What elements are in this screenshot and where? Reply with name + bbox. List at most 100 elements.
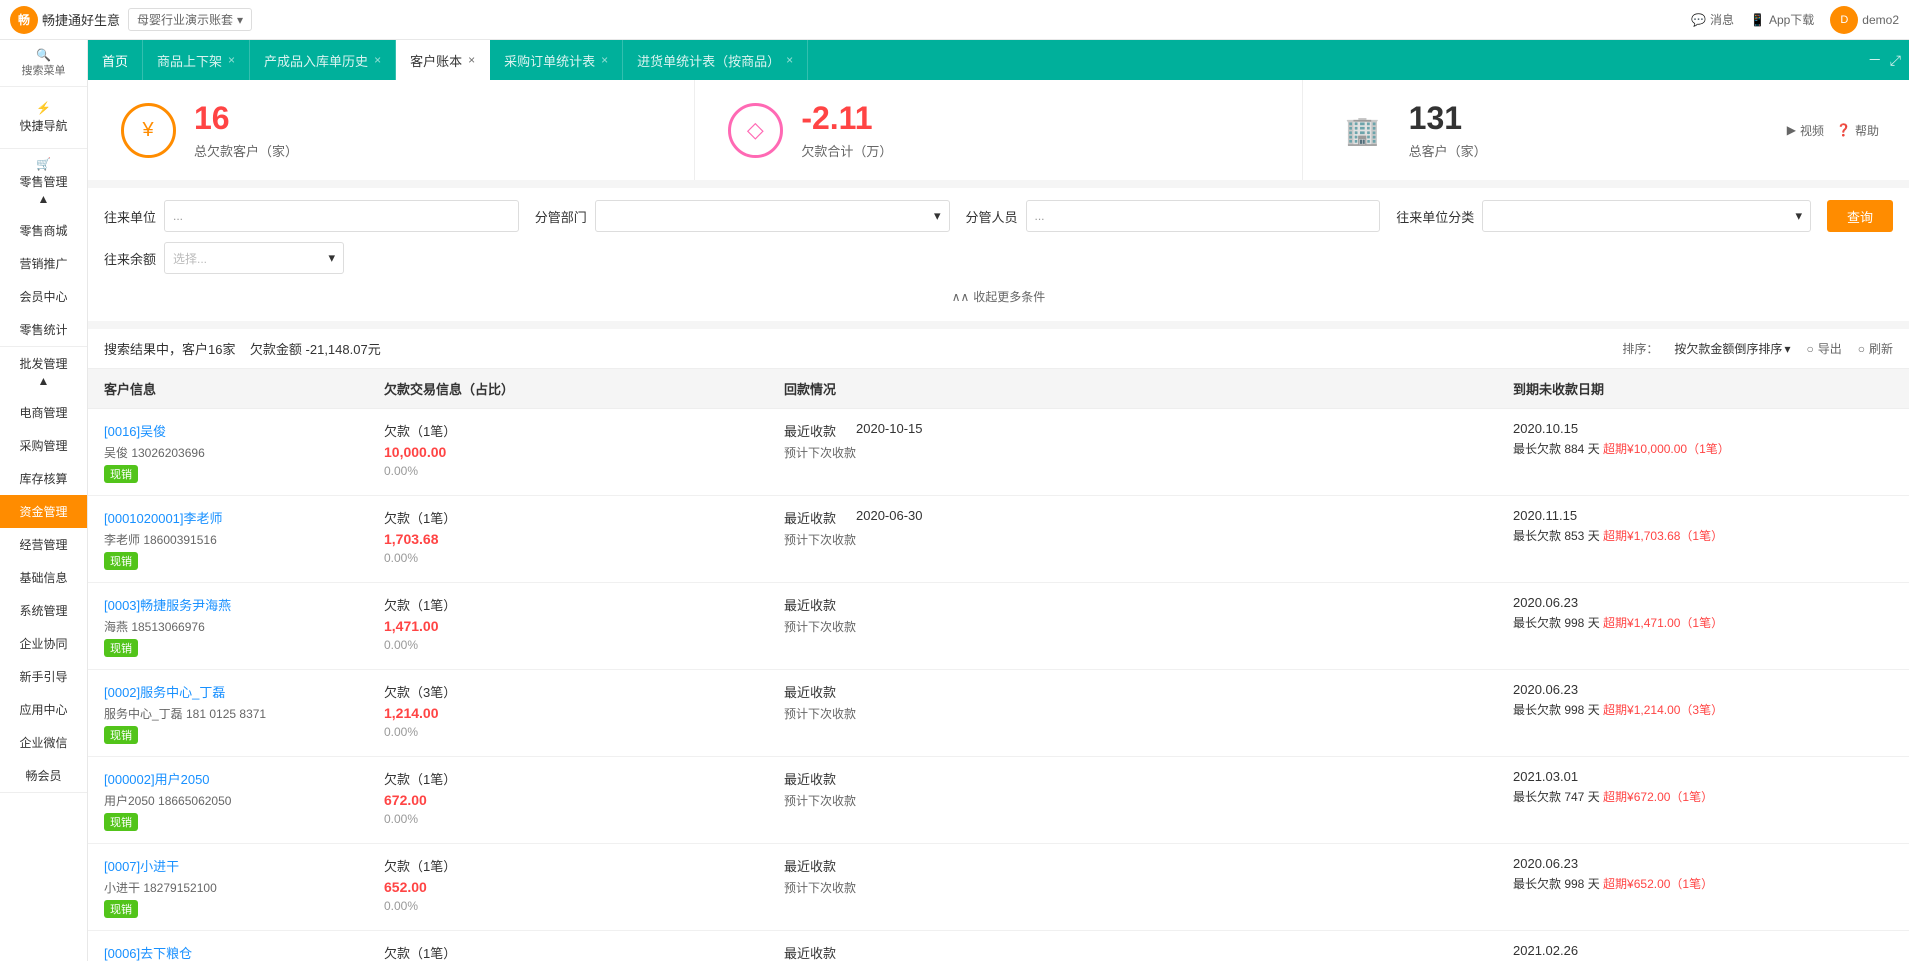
sidebar-item-retail-stats[interactable]: 零售统计 — [0, 313, 87, 346]
customer-name-2[interactable]: [0003]畅捷服务尹海燕 — [104, 595, 384, 614]
tabs-actions: － ⤢ — [1860, 50, 1909, 70]
tab-close-production-history[interactable]: × — [374, 53, 381, 67]
overdue-amount-link-5[interactable]: 超期¥652.00（1笔） — [1603, 877, 1713, 891]
logo-icon: 畅 — [10, 6, 38, 34]
sidebar-item-purchase[interactable]: 采购管理 — [0, 429, 87, 462]
tabs-minimize-button[interactable]: － — [1868, 50, 1882, 70]
overdue-amount-link-2[interactable]: 超期¥1,471.00（1笔） — [1603, 616, 1723, 630]
debt-cell-1: 欠款（1笔） 1,703.68 0.00% — [384, 508, 784, 565]
sidebar-item-operations[interactable]: 经营管理 — [0, 528, 87, 561]
video-action[interactable]: ▶ 视频 — [1787, 122, 1824, 139]
dept-select[interactable]: ▾ — [595, 200, 950, 232]
tabs-maximize-button[interactable]: ⤢ — [1890, 52, 1901, 69]
help-action[interactable]: ❓ 帮助 — [1836, 122, 1879, 139]
customer-name-6[interactable]: [0006]去下粮仓 — [104, 943, 384, 961]
sort-selector[interactable]: 按欠款金额倒序排序 ▾ — [1674, 340, 1790, 357]
stat-value-debt-customers: 16 — [194, 100, 298, 137]
overdue-amount-link-4[interactable]: 超期¥672.00（1笔） — [1603, 790, 1713, 804]
company-selector[interactable]: 母婴行业演示账套 ▾ — [128, 8, 252, 31]
help-icon: ❓ — [1836, 123, 1851, 137]
sidebar-item-basic-info[interactable]: 基础信息 — [0, 561, 87, 594]
collapse-button[interactable]: ∧∧ 收起更多条件 — [952, 288, 1046, 305]
sidebar-item-ecommerce[interactable]: 电商管理 — [0, 396, 87, 429]
sidebar-item-inventory[interactable]: 库存核算 — [0, 462, 87, 495]
sidebar-item-finance[interactable]: 资金管理 — [0, 495, 87, 528]
tab-inbound-stats[interactable]: 进货单统计表（按商品） × — [623, 40, 808, 80]
tab-home[interactable]: 首页 — [88, 40, 143, 80]
main-area: 🔍 搜索菜单 ⚡ 快捷导航 🛒 零售管理 ▲ 零售商城 营 — [0, 40, 1909, 961]
sort-chevron-icon: ▾ — [1784, 342, 1790, 356]
sidebar-item-enterprise[interactable]: 企业协同 — [0, 627, 87, 660]
sidebar-item-system[interactable]: 系统管理 — [0, 594, 87, 627]
customer-cell-0: [0016]吴俊 吴俊 13026203696 现销 — [104, 421, 384, 483]
user-menu[interactable]: D demo2 — [1830, 6, 1899, 34]
header-overdue: 到期未收款日期 — [1513, 379, 1893, 398]
retail-icon: 🛒 — [36, 157, 51, 171]
stat-label-total-customers: 总客户（家） — [1409, 141, 1487, 160]
table-row: [0001020001]李老师 李老师 18600391516 现销 欠款（1笔… — [88, 496, 1909, 583]
stat-label-debt-total: 欠款合计（万） — [801, 141, 892, 160]
app-download-button[interactable]: 📱 App下载 — [1750, 11, 1814, 28]
sidebar-item-marketing[interactable]: 营销推广 — [0, 247, 87, 280]
tab-production-history[interactable]: 产成品入库单历史 × — [250, 40, 396, 80]
table-row: [0016]吴俊 吴俊 13026203696 现销 欠款（1笔） 10,000… — [88, 409, 1909, 496]
tab-close-purchase-stats[interactable]: × — [601, 53, 608, 67]
sidebar-item-quick-nav[interactable]: ⚡ 快捷导航 — [0, 93, 87, 142]
message-button[interactable]: 💬 消息 — [1691, 11, 1734, 28]
download-icon: 📱 — [1750, 13, 1765, 27]
sidebar-item-batch-mgmt[interactable]: 批发管理 ▲ — [0, 347, 87, 396]
table-row: [0003]畅捷服务尹海燕 海燕 18513066976 现销 欠款（1笔） 1… — [88, 583, 1909, 670]
header-debt: 欠款交易信息（占比） — [384, 379, 784, 398]
sidebar-item-vip[interactable]: 畅会员 — [0, 759, 87, 792]
header-recovery: 回款情况 — [784, 379, 1513, 398]
tab-close-product-shelf[interactable]: × — [228, 53, 235, 67]
page-content: ¥ 16 总欠款客户（家） ◇ -2.11 欠款合计（万） — [88, 80, 1909, 961]
chevron-down-icon-2: ▾ — [1795, 208, 1802, 224]
stat-label-debt-customers: 总欠款客户（家） — [194, 141, 298, 160]
sidebar-item-wechat[interactable]: 企业微信 — [0, 726, 87, 759]
tab-customer-account[interactable]: 客户账本 × — [396, 40, 490, 80]
sidebar-search[interactable]: 🔍 搜索菜单 — [0, 40, 87, 87]
export-button[interactable]: ○ 导出 — [1806, 340, 1841, 357]
sidebar-item-member[interactable]: 会员中心 — [0, 280, 87, 313]
sidebar-item-app-center[interactable]: 应用中心 — [0, 693, 87, 726]
source-unit-input[interactable]: ... — [164, 200, 519, 232]
tab-close-inbound-stats[interactable]: × — [786, 53, 793, 67]
table-header: 客户信息 欠款交易信息（占比） 回款情况 到期未收款日期 — [88, 369, 1909, 409]
customer-name-0[interactable]: [0016]吴俊 — [104, 421, 384, 440]
customer-name-5[interactable]: [0007]小进干 — [104, 856, 384, 875]
overdue-cell-1: 2020.11.15 最长欠款 853 天 超期¥1,703.68（1笔） — [1513, 508, 1893, 544]
customer-name-1[interactable]: [0001020001]李老师 — [104, 508, 384, 527]
sidebar-item-newbie[interactable]: 新手引导 — [0, 660, 87, 693]
filter-dept: 分管部门 ▾ — [535, 200, 950, 232]
header-customer: 客户信息 — [104, 379, 384, 398]
person-input[interactable]: ... — [1026, 200, 1381, 232]
stat-value-total-customers: 131 — [1409, 100, 1487, 137]
refresh-button[interactable]: ○ 刷新 — [1858, 340, 1893, 357]
customer-name-3[interactable]: [0002]服务中心_丁磊 — [104, 682, 384, 701]
overdue-amount-link-1[interactable]: 超期¥1,703.68（1笔） — [1603, 529, 1723, 543]
customer-name-4[interactable]: [000002]用户2050 — [104, 769, 384, 788]
refresh-icon: ○ — [1858, 342, 1865, 356]
tab-product-shelf[interactable]: 商品上下架 × — [143, 40, 250, 80]
company-name: 畅捷通好生意 — [42, 10, 120, 29]
sidebar-item-retail-mgmt[interactable]: 🛒 零售管理 ▲ — [0, 149, 87, 214]
customer-cell-1: [0001020001]李老师 李老师 18600391516 现销 — [104, 508, 384, 570]
stat-icon-building: 🏢 — [1333, 100, 1393, 160]
stat-card-debt-total: ◇ -2.11 欠款合计（万） — [695, 80, 1302, 180]
export-icon: ○ — [1806, 342, 1813, 356]
balance-select[interactable]: 选择... ▾ — [164, 242, 344, 274]
overdue-cell-0: 2020.10.15 最长欠款 884 天 超期¥10,000.00（1笔） — [1513, 421, 1893, 457]
sidebar-item-retail-store[interactable]: 零售商城 — [0, 214, 87, 247]
recovery-cell-0: 最近收款 2020-10-15 预计下次收款 — [784, 421, 1513, 461]
overdue-amount-link-0[interactable]: 超期¥10,000.00（1笔） — [1603, 442, 1730, 456]
overdue-amount-link-3[interactable]: 超期¥1,214.00（3笔） — [1603, 703, 1723, 717]
filter-row-2: 往来余额 选择... ▾ — [104, 242, 1893, 274]
tab-purchase-stats[interactable]: 采购订单统计表 × — [490, 40, 623, 80]
collapse-icon: ∧∧ — [952, 290, 970, 304]
results-text: 搜索结果中，客户16家 欠款金额 -21,148.07元 — [104, 339, 381, 358]
tab-close-customer-account[interactable]: × — [468, 53, 475, 67]
unit-category-select[interactable]: ▾ — [1482, 200, 1811, 232]
search-button[interactable]: 查询 — [1827, 200, 1893, 232]
recovery-cell-1: 最近收款 2020-06-30 预计下次收款 — [784, 508, 1513, 548]
